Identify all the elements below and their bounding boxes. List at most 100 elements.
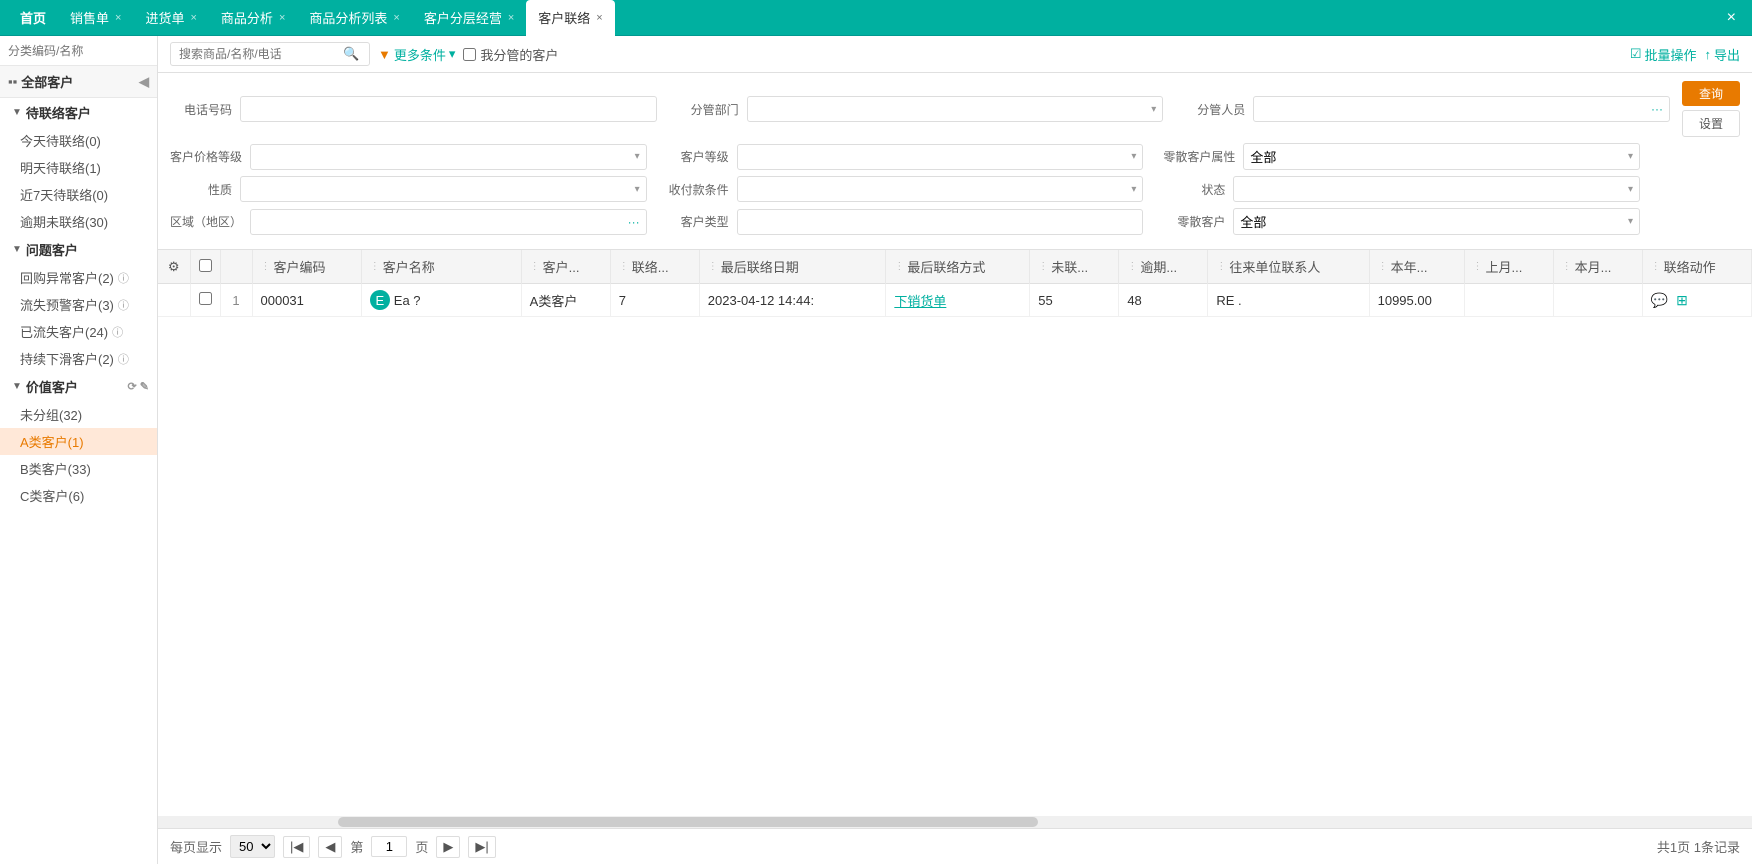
col-settings[interactable]: ⚙ <box>158 250 190 284</box>
window-close-button[interactable]: × <box>1719 9 1744 27</box>
sidebar-item-overdue-pending[interactable]: 逾期未联络(30) <box>0 208 157 235</box>
filter-input-payment[interactable]: ▾ <box>737 176 1144 202</box>
filter-input-customer-type[interactable] <box>737 209 1144 235</box>
nav-sales[interactable]: 销售单 × <box>58 0 133 36</box>
sidebar-item-declining[interactable]: 持续下滑客户(2) ⓘ <box>0 345 157 372</box>
nav-product-analysis[interactable]: 商品分析 × <box>209 0 297 36</box>
col-action: ⋮ 联络动作 <box>1642 250 1751 284</box>
chat-icon[interactable]: 💬 <box>1651 292 1668 309</box>
nav-purchase[interactable]: 进货单 × <box>133 0 208 36</box>
nav-customer-segment-close[interactable]: × <box>508 12 514 24</box>
col-num <box>220 250 252 284</box>
nav-customer-segment[interactable]: 客户分层经营 × <box>412 0 526 36</box>
sidebar-item-a-class[interactable]: A类客户(1) <box>0 428 157 455</box>
sidebar-item-tomorrow-pending[interactable]: 明天待联络(1) <box>0 154 157 181</box>
filter-search-input[interactable] <box>179 47 339 61</box>
nav-purchase-close[interactable]: × <box>190 12 196 24</box>
sidebar-group-value-customers[interactable]: ▼ 价值客户 ⟳ ✎ <box>0 372 157 401</box>
sidebar-item-c-class[interactable]: C类客户(6) <box>0 482 157 509</box>
col-last-month-label: 上月... <box>1486 257 1523 276</box>
nav-customer-contact[interactable]: 客户联络 × <box>526 0 614 36</box>
col-type: ⋮ 客户... <box>521 250 610 284</box>
nav-product-analysis-list-close[interactable]: × <box>393 12 399 24</box>
row1-checkbox[interactable] <box>199 292 212 305</box>
scrollbar-thumb[interactable] <box>338 817 1038 827</box>
nav-home[interactable]: 首页 <box>8 0 58 36</box>
col-checkbox[interactable] <box>190 250 220 284</box>
col-this-month: ⋮ 本月... <box>1553 250 1642 284</box>
col-last-method-label: 最后联络方式 <box>907 257 985 276</box>
sidebar-item-ungrouped[interactable]: 未分组(32) <box>0 401 157 428</box>
filter-input-phone[interactable] <box>240 96 657 122</box>
filter-input-sparse-customer[interactable]: 全部 ▾ <box>1233 208 1640 235</box>
select-all-checkbox[interactable] <box>199 259 212 272</box>
my-customers-label: 我分管的客户 <box>480 45 558 64</box>
nav-product-analysis-close[interactable]: × <box>279 12 285 24</box>
export-button[interactable]: ↑ 导出 <box>1704 45 1740 64</box>
filter-input-region[interactable]: ··· <box>250 209 647 235</box>
page-number-input[interactable] <box>371 836 407 857</box>
filter-input-price-level[interactable]: ▾ <box>250 144 647 170</box>
sidebar-item-lost[interactable]: 已流失客户(24) ⓘ <box>0 318 157 345</box>
filter-cell-status: 状态 ▾ <box>1163 176 1640 202</box>
price-level-caret: ▾ <box>635 151 640 162</box>
per-page-select[interactable]: 50 <box>230 835 275 858</box>
grid-icon[interactable]: ⊞ <box>1676 292 1688 309</box>
sidebar-item-abnormal-repurchase[interactable]: 回购异常客户(2) ⓘ <box>0 264 157 291</box>
col-contact: ⋮ 联络... <box>610 250 699 284</box>
col-handle-this-year: ⋮ <box>1378 261 1388 272</box>
settings-button[interactable]: 设置 <box>1682 110 1740 137</box>
next-page-button[interactable]: ▶ <box>436 836 460 858</box>
sidebar-item-today-pending[interactable]: 今天待联络(0) <box>0 127 157 154</box>
sidebar-item-loss-label: 流失预警客户(3) <box>20 295 114 314</box>
query-button[interactable]: 查询 <box>1682 81 1740 106</box>
nav-sales-close[interactable]: × <box>115 12 121 24</box>
my-customers-checkbox[interactable]: 我分管的客户 <box>463 45 558 64</box>
nav-product-analysis-list[interactable]: 商品分析列表 × <box>297 0 411 36</box>
filter-input-customer-level[interactable]: ▾ <box>737 144 1144 170</box>
batch-ops-button[interactable]: ☑ 批量操作 <box>1630 45 1697 64</box>
sidebar-collapse-icon[interactable]: ◀ <box>139 74 149 90</box>
filter-cell-phone: 电话号码 <box>170 96 657 122</box>
filter-input-dept[interactable]: ▾ <box>747 96 1164 122</box>
sidebar-group-problem-customers[interactable]: ▼ 问题客户 <box>0 235 157 264</box>
row1-avatar: E <box>370 290 390 310</box>
horizontal-scrollbar[interactable] <box>158 816 1752 828</box>
filter-input-status[interactable]: ▾ <box>1233 176 1640 202</box>
col-last-method: ⋮ 最后联络方式 <box>886 250 1030 284</box>
nav-customer-contact-close[interactable]: × <box>596 12 602 24</box>
col-type-label: 客户... <box>543 257 580 276</box>
sidebar-item-loss-warning[interactable]: 流失预警客户(3) ⓘ <box>0 291 157 318</box>
col-unit-contact: ⋮ 往来单位联系人 <box>1208 250 1369 284</box>
sidebar-item-b-class[interactable]: B类客户(33) <box>0 455 157 482</box>
filter-input-nature[interactable]: ▾ <box>240 176 647 202</box>
first-page-button[interactable]: |◀ <box>283 836 310 858</box>
row1-num: 1 <box>232 293 239 308</box>
filter-cell-sparse-attr: 零散客户属性 全部 ▾ <box>1163 143 1640 170</box>
filter-input-manager[interactable]: ··· <box>1253 96 1670 122</box>
row1-last-method[interactable]: 下销货单 <box>894 294 946 309</box>
more-conditions-button[interactable]: ▼ 更多条件 ▾ <box>378 45 455 64</box>
sidebar-group-pending-contact[interactable]: ▼ 待联络客户 <box>0 98 157 127</box>
sidebar-search-input[interactable] <box>8 44 158 58</box>
cell-checkbox-row1[interactable] <box>190 284 220 317</box>
my-customers-check[interactable] <box>463 48 476 61</box>
prev-page-button[interactable]: ◀ <box>318 836 342 858</box>
sidebar-item-week-pending[interactable]: 近7天待联络(0) <box>0 181 157 208</box>
last-page-button[interactable]: ▶| <box>468 836 495 858</box>
filter-label-phone: 电话号码 <box>170 101 240 118</box>
nav-purchase-label: 进货单 <box>145 8 184 27</box>
batch-ops-icon: ☑ <box>1630 46 1642 62</box>
sidebar-group-problem-triangle: ▼ <box>12 244 22 255</box>
filter-cell-payment: 收付款条件 ▾ <box>667 176 1144 202</box>
main-layout: 🔍 ▪▪ 全部客户 ◀ ▼ 待联络客户 今天待联络(0) 明天待联络(1) 近7… <box>0 36 1752 864</box>
nav-customer-segment-label: 客户分层经营 <box>424 8 502 27</box>
region-dots: ··· <box>628 215 640 229</box>
filter-input-sparse-attr[interactable]: 全部 ▾ <box>1243 143 1640 170</box>
filter-cell-customer-level: 客户等级 ▾ <box>667 144 1144 170</box>
filter-search-icon[interactable]: 🔍 <box>343 46 359 62</box>
filter-label-region: 区域（地区） <box>170 213 250 230</box>
settings-icon[interactable]: ⚙ <box>168 259 180 274</box>
filter-cell-region: 区域（地区） ··· <box>170 209 647 235</box>
page-suffix: 页 <box>415 837 428 856</box>
